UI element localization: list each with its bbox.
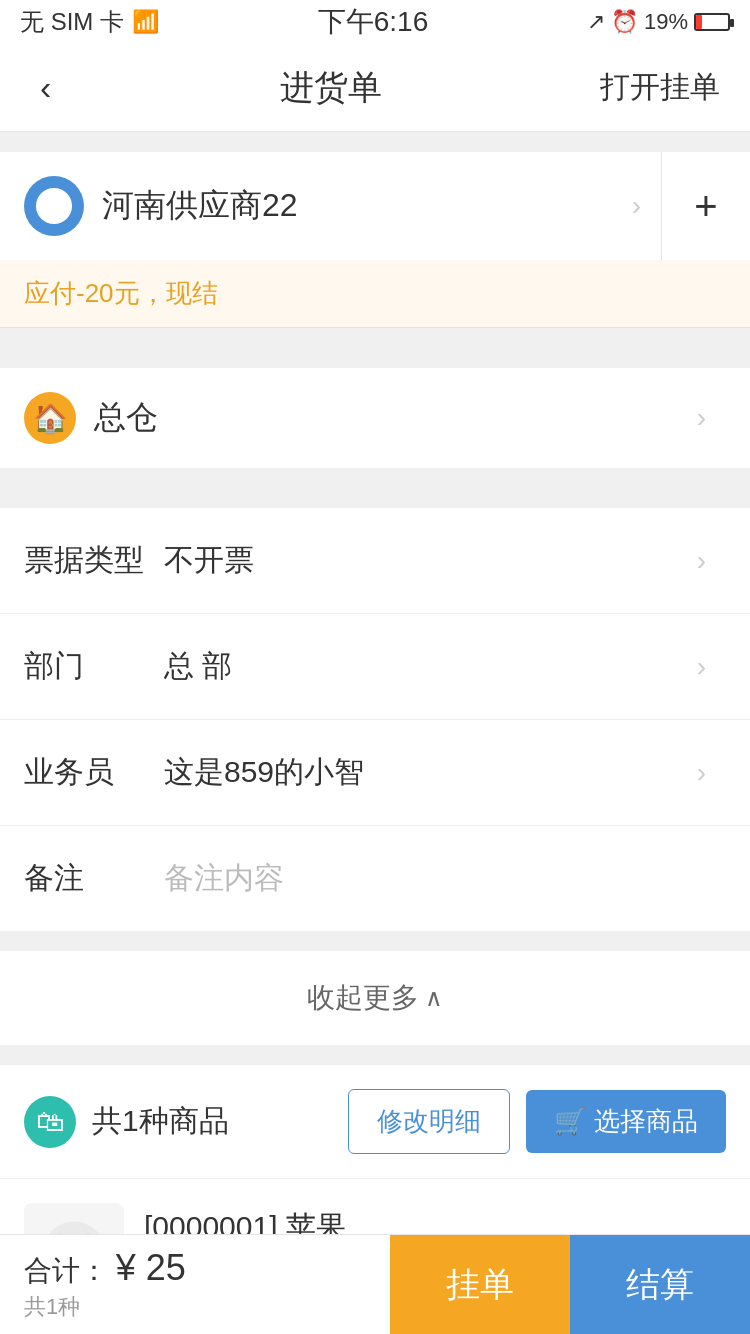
department-value: 总 部	[164, 646, 677, 687]
payment-hint: 应付-20元，现结	[0, 260, 750, 328]
products-icon: 🛍	[24, 1096, 76, 1148]
invoice-type-label: 票据类型	[24, 540, 164, 581]
bag-icon: 🛍	[36, 1105, 64, 1138]
warehouse-name: 总仓	[94, 396, 677, 440]
invoice-type-row[interactable]: 票据类型 不开票 ›	[0, 508, 750, 614]
total-amount-row: 合计： ¥ 25	[24, 1247, 366, 1290]
supplier-avatar	[24, 176, 84, 236]
footer: 合计： ¥ 25 共1种 挂单 结算	[0, 1234, 750, 1334]
collapse-icon: ∧	[425, 984, 443, 1012]
chevron-right-icon: ›	[677, 545, 726, 577]
footer-total: 合计： ¥ 25 共1种	[0, 1235, 390, 1334]
checkout-button[interactable]: 结算	[570, 1235, 750, 1334]
battery-icon	[694, 13, 730, 31]
open-hang-button[interactable]: 打开挂单	[600, 67, 720, 108]
nav-bar: ‹ 进货单 打开挂单	[0, 44, 750, 132]
note-value: 备注内容	[164, 858, 726, 899]
avatar-inner	[36, 188, 72, 224]
chevron-right-icon: ›	[612, 190, 661, 222]
products-header: 🛍 共1种商品 修改明细 🛒 选择商品	[0, 1065, 750, 1179]
total-sub: 共1种	[24, 1292, 366, 1322]
total-label: 合计：	[24, 1255, 108, 1286]
status-time: 下午6:16	[318, 3, 429, 41]
collapse-button[interactable]: 收起更多 ∧	[0, 951, 750, 1045]
location-icon: ↗	[587, 9, 605, 35]
page-title: 进货单	[280, 65, 382, 111]
supplier-name: 河南供应商22	[102, 184, 612, 228]
status-bar: 无 SIM 卡 📶 下午6:16 ↗ ⏰ 19%	[0, 0, 750, 44]
select-icon: 🛒	[554, 1106, 586, 1137]
back-button[interactable]: ‹	[30, 58, 61, 117]
alarm-icon: ⏰	[611, 9, 638, 35]
note-label: 备注	[24, 858, 164, 899]
select-product-button[interactable]: 🛒 选择商品	[526, 1090, 726, 1153]
carrier-label: 无 SIM 卡	[20, 6, 124, 38]
status-right: ↗ ⏰ 19%	[587, 9, 730, 35]
house-icon: 🏠	[33, 402, 68, 435]
form-section: 票据类型 不开票 › 部门 总 部 › 业务员 这是859的小智 › 备注 备注…	[0, 508, 750, 931]
gap-2	[0, 328, 750, 348]
hang-button[interactable]: 挂单	[390, 1235, 570, 1334]
department-row[interactable]: 部门 总 部 ›	[0, 614, 750, 720]
add-supplier-button[interactable]: +	[662, 152, 750, 260]
total-amount: ¥ 25	[116, 1247, 186, 1288]
gap-3	[0, 468, 750, 488]
chevron-right-icon: ›	[677, 402, 726, 434]
plus-icon: +	[694, 184, 717, 229]
status-carrier: 无 SIM 卡 📶	[20, 6, 159, 38]
collapse-label: 收起更多	[307, 979, 419, 1017]
department-label: 部门	[24, 646, 164, 687]
warehouse-icon: 🏠	[24, 392, 76, 444]
wifi-icon: 📶	[132, 9, 159, 35]
note-row[interactable]: 备注 备注内容	[0, 826, 750, 931]
warehouse-selector[interactable]: 🏠 总仓 ›	[0, 368, 750, 468]
select-label: 选择商品	[594, 1104, 698, 1139]
modify-detail-button[interactable]: 修改明细	[348, 1089, 510, 1154]
salesperson-value: 这是859的小智	[164, 752, 677, 793]
chevron-right-icon: ›	[677, 757, 726, 789]
salesperson-row[interactable]: 业务员 这是859的小智 ›	[0, 720, 750, 826]
gap-1	[0, 132, 750, 152]
invoice-type-value: 不开票	[164, 540, 677, 581]
battery-percent: 19%	[644, 9, 688, 35]
salesperson-label: 业务员	[24, 752, 164, 793]
supplier-selector[interactable]: 河南供应商22 ›	[0, 152, 662, 260]
supplier-section: 河南供应商22 › +	[0, 152, 750, 260]
products-count: 共1种商品	[92, 1101, 348, 1142]
chevron-right-icon: ›	[677, 651, 726, 683]
